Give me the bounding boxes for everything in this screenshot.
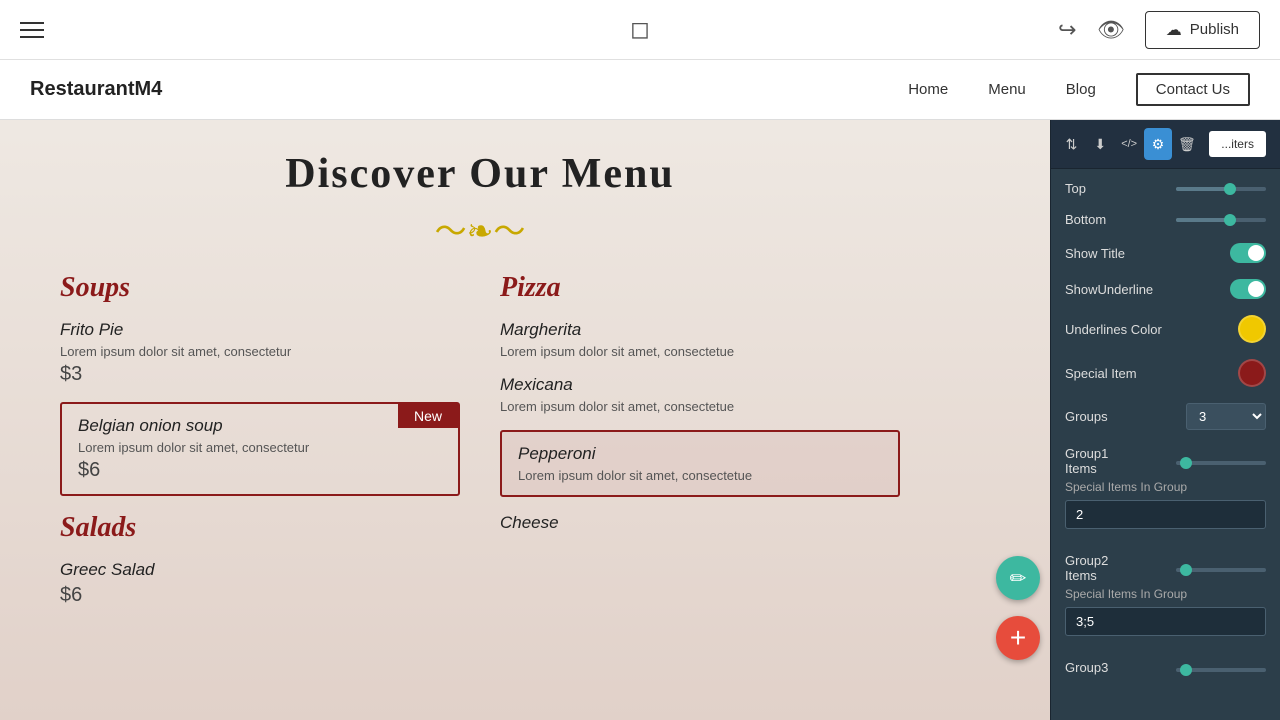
menu-item-greec: Greec Salad $6 xyxy=(60,560,460,607)
item-desc: Lorem ipsum dolor sit amet, consectetue xyxy=(500,344,900,359)
underlines-color-row: Underlines Color xyxy=(1065,315,1266,343)
nav-contact[interactable]: Contact Us xyxy=(1136,73,1250,106)
eye-icon[interactable]: 👁 xyxy=(1097,17,1125,43)
new-badge: New xyxy=(398,404,458,428)
show-title-label: Show Title xyxy=(1065,246,1125,261)
left-column: Soups Frito Pie Lorem ipsum dolor sit am… xyxy=(60,272,460,623)
gear-icon[interactable]: ⚙ xyxy=(1144,128,1173,160)
panel-toolbar: ⇅ ⬇ </> ⚙ 🗑 ...iters xyxy=(1051,120,1280,169)
item-price: $3 xyxy=(60,363,460,386)
item-name: Belgian onion soup xyxy=(78,416,442,436)
item-name: Frito Pie xyxy=(60,320,460,340)
menu-item-pepperoni: Pepperoni Lorem ipsum dolor sit amet, co… xyxy=(500,430,900,497)
item-name: Cheese xyxy=(500,513,900,533)
phone-icon[interactable]: ◻ xyxy=(630,16,650,43)
group3-section: Group3 xyxy=(1065,660,1266,675)
item-desc: Lorem ipsum dolor sit amet, consectetur xyxy=(60,344,460,359)
hamburger-icon[interactable] xyxy=(20,22,44,38)
top-toolbar: ◻ ↩ 👁 ☁ Publish xyxy=(0,0,1280,60)
top-slider[interactable] xyxy=(1176,187,1266,191)
toolbar-left xyxy=(20,22,44,38)
special-item-label: Special Item xyxy=(1065,366,1137,381)
menu-item-margherita: Margherita Lorem ipsum dolor sit amet, c… xyxy=(500,320,900,359)
fab-add-button[interactable]: + xyxy=(996,616,1040,660)
panel-body: Top Bottom Show Title xyxy=(1051,169,1280,695)
item-price: $6 xyxy=(60,584,460,607)
settings-panel: ⇅ ⬇ </> ⚙ 🗑 ...iters Top Bottom xyxy=(1050,120,1280,720)
salads-title: Salads xyxy=(60,512,460,544)
show-underline-label: ShowUnderline xyxy=(1065,282,1153,297)
top-row: Top xyxy=(1065,181,1266,196)
item-name: Margherita xyxy=(500,320,900,340)
special-item-color-picker[interactable] xyxy=(1238,359,1266,387)
group2-slider[interactable] xyxy=(1176,568,1266,572)
code-icon[interactable]: </> xyxy=(1115,128,1144,160)
show-title-toggle[interactable] xyxy=(1230,243,1266,263)
group2-special-label: Special Items In Group xyxy=(1065,587,1266,601)
main-content: Discover Our Menu 〜❧〜 Soups Frito Pie Lo… xyxy=(0,120,1280,720)
pizza-title: Pizza xyxy=(500,272,900,304)
menu-item-belgian: New Belgian onion soup Lorem ipsum dolor… xyxy=(60,402,460,496)
item-desc: Lorem ipsum dolor sit amet, consectetue xyxy=(500,399,900,414)
params-button[interactable]: ...iters xyxy=(1209,131,1266,157)
group1-special-input[interactable] xyxy=(1065,500,1266,529)
show-underline-toggle[interactable] xyxy=(1230,279,1266,299)
show-title-row: Show Title xyxy=(1065,243,1266,263)
groups-select[interactable]: 3 1 2 4 5 xyxy=(1186,403,1266,430)
fab-edit-button[interactable]: ✏ xyxy=(996,556,1040,600)
download-icon[interactable]: ⬇ xyxy=(1086,128,1115,160)
pencil-icon: ✏ xyxy=(1010,566,1027,591)
move-icon[interactable]: ⇅ xyxy=(1057,128,1086,160)
group2-label: Group2Items xyxy=(1065,553,1108,583)
show-underline-row: ShowUnderline xyxy=(1065,279,1266,299)
toolbar-right: ↩ 👁 ☁ Publish xyxy=(1058,11,1260,49)
underlines-color-label: Underlines Color xyxy=(1065,322,1162,337)
group3-slider[interactable] xyxy=(1176,668,1266,672)
publish-cloud-icon: ☁ xyxy=(1166,20,1182,40)
plus-icon: + xyxy=(1010,622,1026,654)
publish-button[interactable]: ☁ Publish xyxy=(1145,11,1260,49)
content-area: Discover Our Menu 〜❧〜 Soups Frito Pie Lo… xyxy=(0,120,960,643)
bottom-row: Bottom xyxy=(1065,212,1266,227)
bottom-slider[interactable] xyxy=(1176,218,1266,222)
group3-label: Group3 xyxy=(1065,660,1108,675)
menu-title: Discover Our Menu xyxy=(60,150,900,198)
site-nav: Home Menu Blog Contact Us xyxy=(908,73,1250,106)
soups-title: Soups xyxy=(60,272,460,304)
group1-special-label: Special Items In Group xyxy=(1065,480,1266,494)
bottom-label: Bottom xyxy=(1065,212,1106,227)
groups-row: Groups 3 1 2 4 5 xyxy=(1065,403,1266,430)
group1-slider[interactable] xyxy=(1176,461,1266,465)
menu-item-frito-pie: Frito Pie Lorem ipsum dolor sit amet, co… xyxy=(60,320,460,386)
right-column: Pizza Margherita Lorem ipsum dolor sit a… xyxy=(500,272,900,623)
item-desc: Lorem ipsum dolor sit amet, consectetue xyxy=(518,468,882,483)
menu-columns: Soups Frito Pie Lorem ipsum dolor sit am… xyxy=(60,272,900,623)
group2-special-input[interactable] xyxy=(1065,607,1266,636)
toolbar-center: ◻ xyxy=(630,15,650,44)
params-label: ...iters xyxy=(1221,137,1254,151)
group1-section: Group1Items Special Items In Group xyxy=(1065,446,1266,541)
menu-item-cheese: Cheese xyxy=(500,513,900,533)
group1-label: Group1Items xyxy=(1065,446,1108,476)
site-header: RestaurantM4 Home Menu Blog Contact Us xyxy=(0,60,1280,120)
item-desc: Lorem ipsum dolor sit amet, consectetur xyxy=(78,440,442,455)
special-item-row: Special Item xyxy=(1065,359,1266,387)
site-logo: RestaurantM4 xyxy=(30,78,162,101)
undo-icon[interactable]: ↩ xyxy=(1058,17,1076,43)
item-price: $6 xyxy=(78,459,442,482)
item-name: Pepperoni xyxy=(518,444,882,464)
group2-section: Group2Items Special Items In Group xyxy=(1065,553,1266,648)
item-name: Greec Salad xyxy=(60,560,460,580)
nav-blog[interactable]: Blog xyxy=(1066,81,1096,98)
publish-label: Publish xyxy=(1190,21,1239,38)
trash-icon[interactable]: 🗑 xyxy=(1172,128,1201,160)
item-name: Mexicana xyxy=(500,375,900,395)
underlines-color-picker[interactable] xyxy=(1238,315,1266,343)
menu-item-mexicana: Mexicana Lorem ipsum dolor sit amet, con… xyxy=(500,375,900,414)
top-label: Top xyxy=(1065,181,1086,196)
groups-label: Groups xyxy=(1065,409,1108,424)
nav-home[interactable]: Home xyxy=(908,81,948,98)
menu-divider: 〜❧〜 xyxy=(60,206,900,252)
nav-menu[interactable]: Menu xyxy=(988,81,1026,98)
